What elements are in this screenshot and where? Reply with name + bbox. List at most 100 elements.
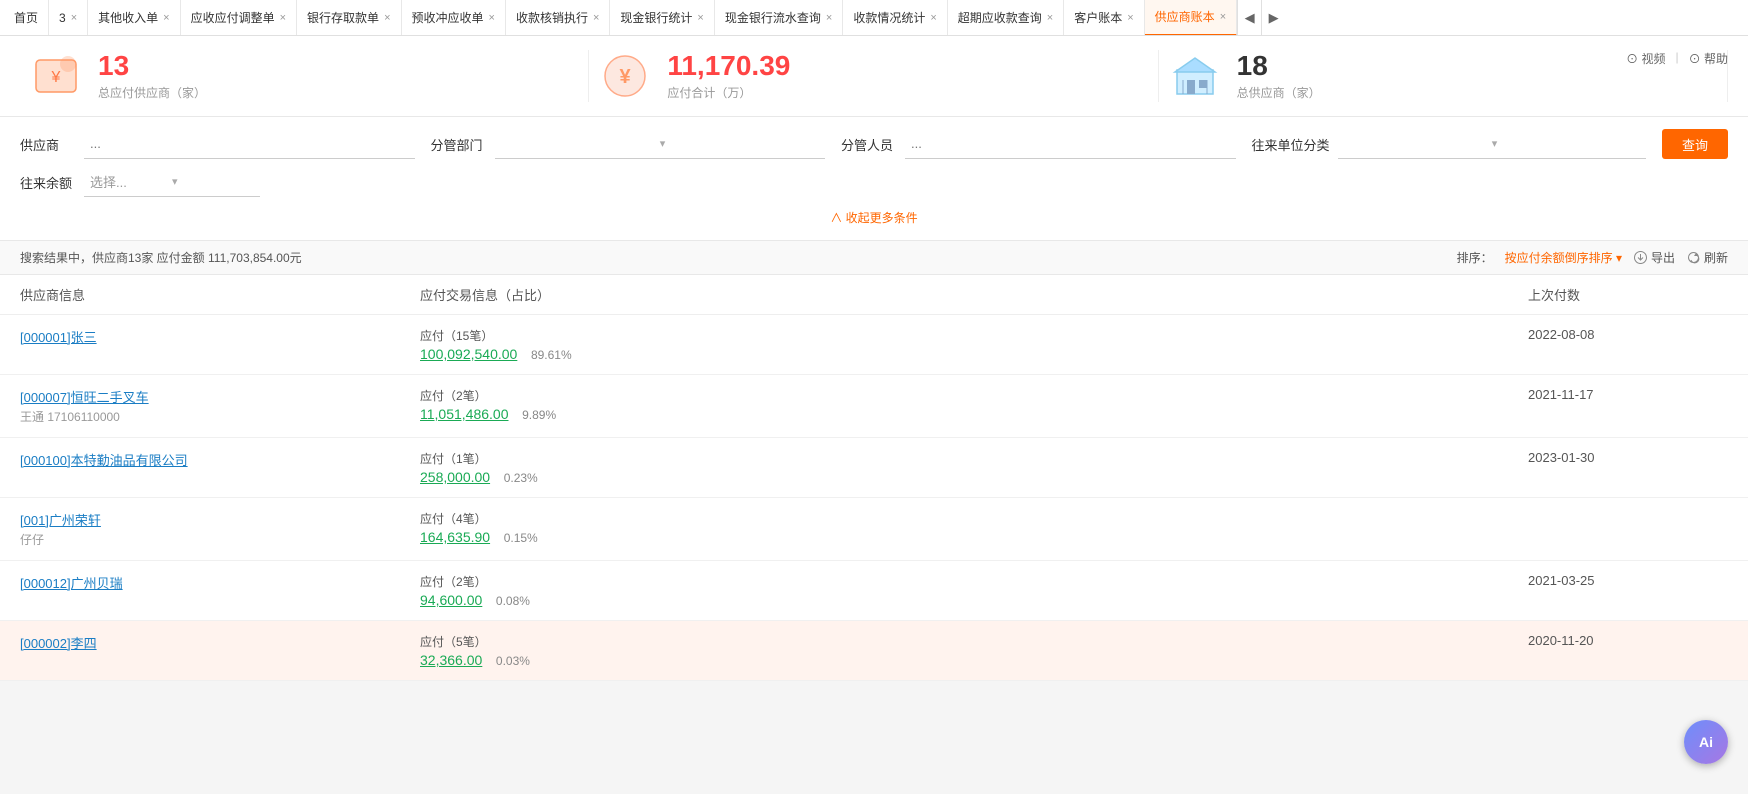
close-icon[interactable]: × (930, 12, 936, 24)
filter-supplier: 供应商 (20, 129, 415, 159)
refresh-button[interactable]: 刷新 (1687, 249, 1728, 266)
table-body: [000001]张三 应付（15笔） 100,092,540.00 89.61%… (0, 315, 1748, 681)
nav-tab-advance-payment[interactable]: 预收冲应收单 × (402, 0, 506, 36)
last-pay-date: 2020-11-20 (1528, 633, 1594, 648)
nav-tab-other-income[interactable]: 其他收入单 × (88, 0, 180, 36)
close-icon[interactable]: × (697, 12, 703, 24)
payable-percent: 9.89% (522, 408, 556, 422)
nav-tab-receipt-stat[interactable]: 收款情况统计 × (843, 0, 947, 36)
tab-label: 3 (59, 11, 66, 25)
supplier-link[interactable]: [001]广州荣轩 (20, 513, 101, 528)
sort-select[interactable]: 按应付余额倒序排序 ▾ (1505, 249, 1622, 266)
payable-label: 应付（2笔） (420, 573, 1528, 590)
nav-next-arrow[interactable]: ▶ (1261, 0, 1285, 36)
table-row: [000001]张三 应付（15笔） 100,092,540.00 89.61%… (0, 315, 1748, 375)
summary-payable-suppliers: ¥ 13 总应付供应商（家） (20, 50, 589, 102)
nav-tab-overdue-query[interactable]: 超期应收款查询 × (948, 0, 1064, 36)
filter-section: 供应商 分管部门 ▾ 分管人员 往来单位分类 ▾ 查询 (0, 117, 1748, 241)
nav-tab-bank-deposit[interactable]: 银行存取款单 × (297, 0, 401, 36)
svg-text:¥: ¥ (620, 66, 632, 88)
balance-filter-label: 往来余额 (20, 173, 76, 192)
close-icon[interactable]: × (163, 12, 169, 24)
payable-percent: 0.08% (496, 594, 530, 608)
supplier-link[interactable]: [000002]李四 (20, 636, 97, 651)
filter-row-2: 往来余额 选择... ▾ (20, 167, 1728, 197)
supplier-cell: [000012]广州贝瑞 (20, 573, 420, 592)
close-icon[interactable]: × (1127, 12, 1133, 24)
supplier-cell: [000002]李四 (20, 633, 420, 652)
supplier-filter-label: 供应商 (20, 135, 76, 154)
payable-cell: 应付（2笔） 94,600.00 0.08% (420, 573, 1528, 608)
table-row: [000002]李四 应付（5笔） 32,366.00 0.03% 2020-1… (0, 621, 1748, 681)
payable-percent: 0.15% (504, 531, 538, 545)
supplier-cell: [000007]恒旺二手叉车 王通 17106110000 (20, 387, 420, 425)
nav-tab-ar-ap-adjust[interactable]: 应收应付调整单 × (181, 0, 297, 36)
payable-label: 应付（15笔） (420, 327, 1528, 344)
supplier-link[interactable]: [000100]本特勤油品有限公司 (20, 453, 188, 468)
payable-amount[interactable]: 100,092,540.00 (420, 346, 517, 362)
close-icon[interactable]: × (826, 12, 832, 24)
payable-percent: 0.23% (504, 471, 538, 485)
summary-payable-total-text: 11,170.39 应付合计（万） (667, 51, 790, 101)
video-link[interactable]: ⊙ 视频 (1626, 50, 1665, 67)
supplier-cell: [001]广州荣轩 仔仔 (20, 510, 420, 548)
supplier-sub: 王通 17106110000 (20, 408, 420, 425)
last-pay-cell: 2022-08-08 (1528, 327, 1728, 342)
table-row: [000007]恒旺二手叉车 王通 17106110000 应付（2笔） 11,… (0, 375, 1748, 438)
person-input[interactable] (905, 129, 1236, 159)
supplier-link[interactable]: [000001]张三 (20, 330, 97, 345)
supplier-input[interactable] (84, 129, 415, 159)
close-icon[interactable]: × (1220, 11, 1226, 23)
data-table: 供应商信息 应付交易信息（占比） 上次付数 [000001]张三 应付（15笔）… (0, 275, 1748, 681)
category-select[interactable]: ▾ (1338, 129, 1646, 159)
store-icon (1169, 50, 1221, 102)
payable-amount-row: 11,051,486.00 9.89% (420, 406, 1528, 422)
nav-tab-cash-flow-query[interactable]: 现金银行流水查询 × (715, 0, 843, 36)
last-pay-date: 2021-11-17 (1528, 387, 1594, 402)
close-icon[interactable]: × (489, 12, 495, 24)
close-icon[interactable]: × (280, 12, 286, 24)
ai-button[interactable]: Ai (1684, 720, 1728, 764)
payable-info: 应付（2笔） 94,600.00 0.08% (420, 573, 1528, 608)
export-button[interactable]: 导出 (1634, 249, 1675, 266)
close-icon[interactable]: × (1047, 12, 1053, 24)
money-icon: ¥ (599, 50, 651, 102)
payable-amount[interactable]: 258,000.00 (420, 469, 490, 485)
payable-amount[interactable]: 11,051,486.00 (420, 406, 509, 422)
supplier-link[interactable]: [000012]广州贝瑞 (20, 576, 123, 591)
collapse-button[interactable]: ∧ 收起更多条件 (20, 205, 1728, 232)
tab-label: 收款核销执行 (516, 9, 588, 26)
summary-total-suppliers-text: 18 总供应商（家） (1237, 51, 1321, 101)
nav-prev-arrow[interactable]: ◀ (1237, 0, 1261, 36)
payable-amount[interactable]: 32,366.00 (420, 652, 482, 668)
tab-label: 现金银行流水查询 (725, 9, 821, 26)
balance-select[interactable]: 选择... ▾ (84, 167, 260, 197)
tab-label: 银行存取款单 (307, 9, 379, 26)
supplier-link[interactable]: [000007]恒旺二手叉车 (20, 390, 149, 405)
nav-tab-home[interactable]: 首页 (4, 0, 49, 36)
payable-cell: 应付（5笔） 32,366.00 0.03% (420, 633, 1528, 668)
help-link[interactable]: ⊙ 帮助 (1689, 50, 1728, 67)
filter-person: 分管人员 (841, 129, 1236, 159)
payable-amount[interactable]: 94,600.00 (420, 592, 482, 608)
close-icon[interactable]: × (384, 12, 390, 24)
last-pay-cell: 2021-03-25 (1528, 573, 1728, 588)
total-suppliers-label: 总供应商（家） (1237, 84, 1321, 101)
nav-tab-payment-execute[interactable]: 收款核销执行 × (506, 0, 610, 36)
close-icon[interactable]: × (71, 12, 77, 24)
nav-tab-cash-bank-stat[interactable]: 现金银行统计 × (610, 0, 714, 36)
last-pay-date: 2022-08-08 (1528, 327, 1595, 342)
summary-bar: ¥ 13 总应付供应商（家） ¥ 11,170.39 应付合计（万） (0, 36, 1748, 117)
dept-select[interactable]: ▾ (495, 129, 826, 159)
payable-suppliers-number: 13 (98, 51, 206, 82)
nav-tab-supplier-ledger[interactable]: 供应商账本 × (1145, 0, 1237, 36)
payable-amount[interactable]: 164,635.90 (420, 529, 490, 545)
close-icon[interactable]: × (593, 12, 599, 24)
filter-row-1: 供应商 分管部门 ▾ 分管人员 往来单位分类 ▾ 查询 (20, 129, 1728, 159)
tab-label: 其他收入单 (98, 9, 158, 26)
last-pay-cell: 2023-01-30 (1528, 450, 1728, 465)
nav-tab-customer-ledger[interactable]: 客户账本 × (1064, 0, 1144, 36)
search-button[interactable]: 查询 (1662, 129, 1728, 159)
tab-label: 超期应收款查询 (958, 9, 1042, 26)
nav-tab-3[interactable]: 3 × (49, 0, 88, 36)
